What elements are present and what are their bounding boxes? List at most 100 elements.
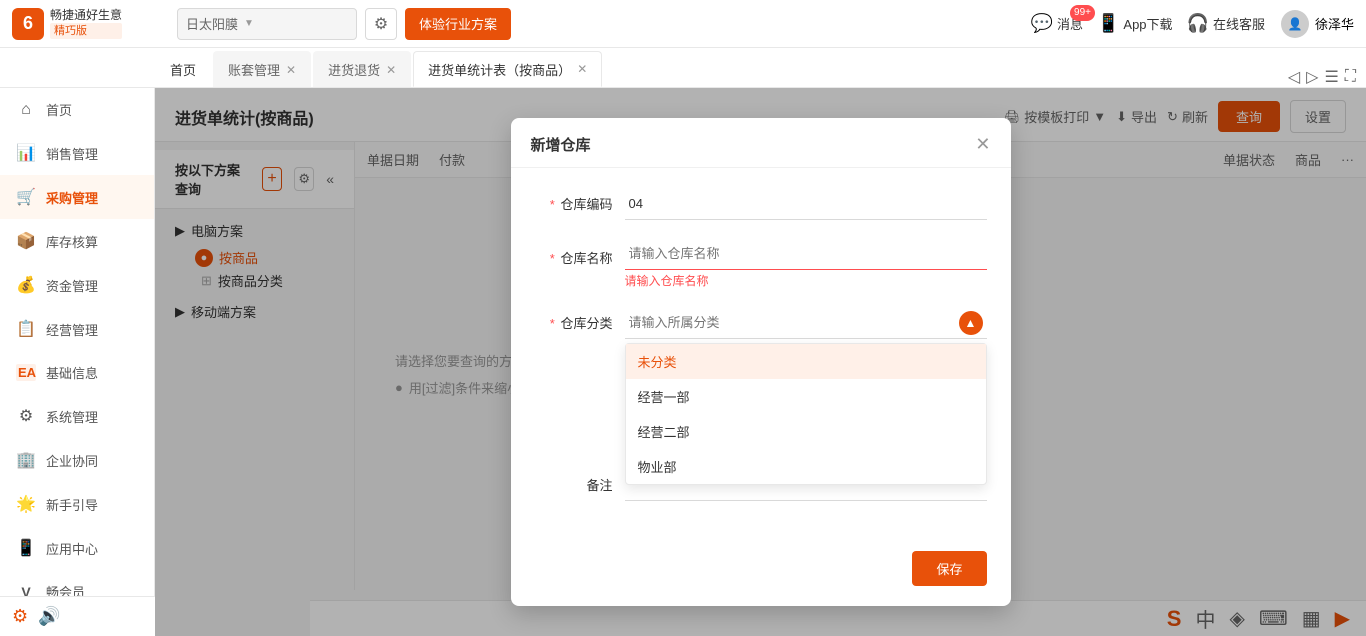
online-service-button[interactable]: 🎧 在线客服 — [1187, 13, 1265, 34]
modal-footer: 保存 — [511, 539, 1011, 606]
tab-menu-button[interactable]: ☰ — [1324, 67, 1338, 87]
home-icon: ⌂ — [16, 101, 36, 119]
modal-body: * 仓库编码 * 仓库名称 — [511, 168, 1011, 539]
app-download-label: App下载 — [1123, 14, 1172, 33]
app-download-button[interactable]: 📱 App下载 — [1097, 13, 1173, 34]
modal-header: 新增仓库 ✕ — [511, 118, 1011, 168]
dropdown-option-dept2[interactable]: 经营二部 — [626, 414, 986, 449]
chevron-up-icon: ▲ — [965, 316, 977, 330]
tab-purchase-stats-close[interactable]: ✕ — [577, 62, 587, 76]
dropdown-option-uncategorized[interactable]: 未分类 — [626, 344, 986, 379]
tab-fullscreen-button[interactable]: ⛶ — [1345, 68, 1356, 86]
logo-text: 畅捷通好生意 精巧版 — [50, 8, 122, 40]
sidebar-item-sales[interactable]: 📊 销售管理 — [0, 131, 154, 175]
sidebar-item-home-label: 首页 — [46, 100, 72, 119]
main-layout: ⌂ 首页 📊 销售管理 🛒 采购管理 📦 库存核算 💰 资金管理 📋 经营管理 … — [0, 88, 1366, 636]
sidebar-item-enterprise[interactable]: 🏢 企业协同 — [0, 438, 154, 482]
modal-close-button[interactable]: ✕ — [975, 134, 990, 155]
message-badge: 99+ — [1070, 5, 1095, 21]
form-row-code: * 仓库编码 — [535, 188, 987, 220]
sidebar-item-apps[interactable]: 📱 应用中心 — [0, 526, 154, 570]
name-label: * 仓库名称 — [535, 242, 625, 267]
tab-purchase-stats[interactable]: 进货单统计表（按商品） ✕ — [413, 51, 602, 87]
tab-purchase-return-label: 进货退货 — [328, 60, 380, 79]
header-icons: 💬 消息 99+ 📱 App下载 🎧 在线客服 — [1031, 13, 1265, 34]
form-row-name: * 仓库名称 请输入仓库名称 — [535, 238, 987, 289]
header-gear-button[interactable]: ⚙ — [365, 8, 397, 40]
basic-info-icon: EA — [16, 364, 36, 381]
category-input[interactable] — [625, 307, 987, 339]
sidebar-item-purchase[interactable]: 🛒 采购管理 — [0, 175, 154, 219]
category-dropdown: 未分类 经营一部 经营二部 物业部 — [625, 343, 987, 485]
online-service-label: 在线客服 — [1213, 14, 1265, 33]
sales-icon: 📊 — [16, 143, 36, 163]
note-label: 备注 — [535, 469, 625, 494]
user-area[interactable]: 👤 徐泽华 — [1281, 10, 1354, 38]
dropdown-option-property[interactable]: 物业部 — [626, 449, 986, 484]
message-icon: 💬 — [1031, 13, 1053, 34]
save-button[interactable]: 保存 — [912, 551, 986, 586]
operations-icon: 📋 — [16, 319, 36, 339]
sidebar-item-guide-label: 新手引导 — [46, 495, 98, 514]
sidebar-item-basic-info[interactable]: EA 基础信息 — [0, 351, 154, 394]
header-search-area: 日太阳膜 ▼ ⚙ 体验行业方案 — [177, 8, 511, 40]
settings-bottom-icon[interactable]: ⚙ — [12, 606, 28, 627]
sidebar-item-guide[interactable]: 🌟 新手引导 — [0, 482, 154, 526]
edition-badge: 精巧版 — [50, 23, 122, 39]
top-header: 6 畅捷通好生意 精巧版 日太阳膜 ▼ ⚙ 体验行业方案 💬 消息 99+ 📱 … — [0, 0, 1366, 48]
sidebar-item-apps-label: 应用中心 — [46, 539, 98, 558]
category-arrow-button[interactable]: ▲ — [959, 311, 983, 335]
tab-prev-button[interactable]: ◁ — [1288, 67, 1300, 87]
message-button[interactable]: 💬 消息 99+ — [1031, 13, 1083, 34]
tab-next-button[interactable]: ▷ — [1306, 67, 1318, 87]
tab-home-label: 首页 — [170, 60, 196, 79]
tab-purchase-return-close[interactable]: ✕ — [386, 63, 396, 77]
sidebar: ⌂ 首页 📊 销售管理 🛒 采购管理 📦 库存核算 💰 资金管理 📋 经营管理 … — [0, 88, 155, 636]
tab-accounts[interactable]: 账套管理 ✕ — [213, 51, 311, 87]
sidebar-item-purchase-label: 采购管理 — [46, 188, 98, 207]
tab-bar-right: ◁ ▷ ☰ ⛶ — [1278, 67, 1366, 87]
tab-purchase-return[interactable]: 进货退货 ✕ — [313, 51, 411, 87]
add-warehouse-modal: 新增仓库 ✕ * 仓库编码 — [511, 118, 1011, 606]
logo-area: 6 畅捷通好生意 精巧版 — [12, 8, 167, 40]
header-chevron-icon: ▼ — [244, 18, 254, 29]
sidebar-item-system-label: 系统管理 — [46, 407, 98, 426]
category-label: * 仓库分类 — [535, 307, 625, 332]
phone-icon: 📱 — [1097, 13, 1119, 34]
category-select-wrap: ▲ 未分类 经营一部 经营二部 — [625, 307, 987, 339]
sidebar-item-operations-label: 经营管理 — [46, 320, 98, 339]
header-right: 💬 消息 99+ 📱 App下载 🎧 在线客服 👤 徐泽华 — [1031, 10, 1354, 38]
name-input[interactable] — [625, 238, 987, 270]
apps-icon: 📱 — [16, 538, 36, 558]
user-avatar: 👤 — [1281, 10, 1309, 38]
sidebar-item-home[interactable]: ⌂ 首页 — [0, 88, 154, 131]
form-row-category: * 仓库分类 ▲ 未分类 — [535, 307, 987, 339]
trial-button[interactable]: 体验行业方案 — [405, 8, 511, 40]
sidebar-item-enterprise-label: 企业协同 — [46, 451, 98, 470]
inventory-icon: 📦 — [16, 231, 36, 251]
sidebar-item-sales-label: 销售管理 — [46, 144, 98, 163]
gear-icon: ⚙ — [374, 14, 388, 34]
sidebar-bottom-bar: ⚙ 🔊 — [0, 596, 155, 636]
volume-bottom-icon[interactable]: 🔊 — [38, 606, 60, 627]
tab-purchase-stats-label: 进货单统计表（按商品） — [428, 60, 571, 79]
tab-home[interactable]: 首页 — [155, 51, 211, 87]
sidebar-item-operations[interactable]: 📋 经营管理 — [0, 307, 154, 351]
sidebar-item-system[interactable]: ⚙ 系统管理 — [0, 394, 154, 438]
sidebar-item-inventory-label: 库存核算 — [46, 232, 98, 251]
code-input[interactable] — [625, 188, 987, 220]
logo-icon: 6 — [12, 8, 44, 40]
tab-bar: 首页 账套管理 ✕ 进货退货 ✕ 进货单统计表（按商品） ✕ ◁ ▷ ☰ ⛶ — [0, 48, 1366, 88]
tab-accounts-close[interactable]: ✕ — [286, 63, 296, 77]
guide-icon: 🌟 — [16, 494, 36, 514]
dropdown-option-dept1[interactable]: 经营一部 — [626, 379, 986, 414]
sidebar-item-finance[interactable]: 💰 资金管理 — [0, 263, 154, 307]
header-search-text: 日太阳膜 — [186, 14, 238, 33]
name-error-msg: 请输入仓库名称 — [625, 272, 987, 289]
modal-overlay: 新增仓库 ✕ * 仓库编码 — [155, 88, 1366, 636]
header-search-box[interactable]: 日太阳膜 ▼ — [177, 8, 357, 40]
finance-icon: 💰 — [16, 275, 36, 295]
company-name: 畅捷通好生意 — [50, 8, 122, 24]
sidebar-item-inventory[interactable]: 📦 库存核算 — [0, 219, 154, 263]
enterprise-icon: 🏢 — [16, 450, 36, 470]
